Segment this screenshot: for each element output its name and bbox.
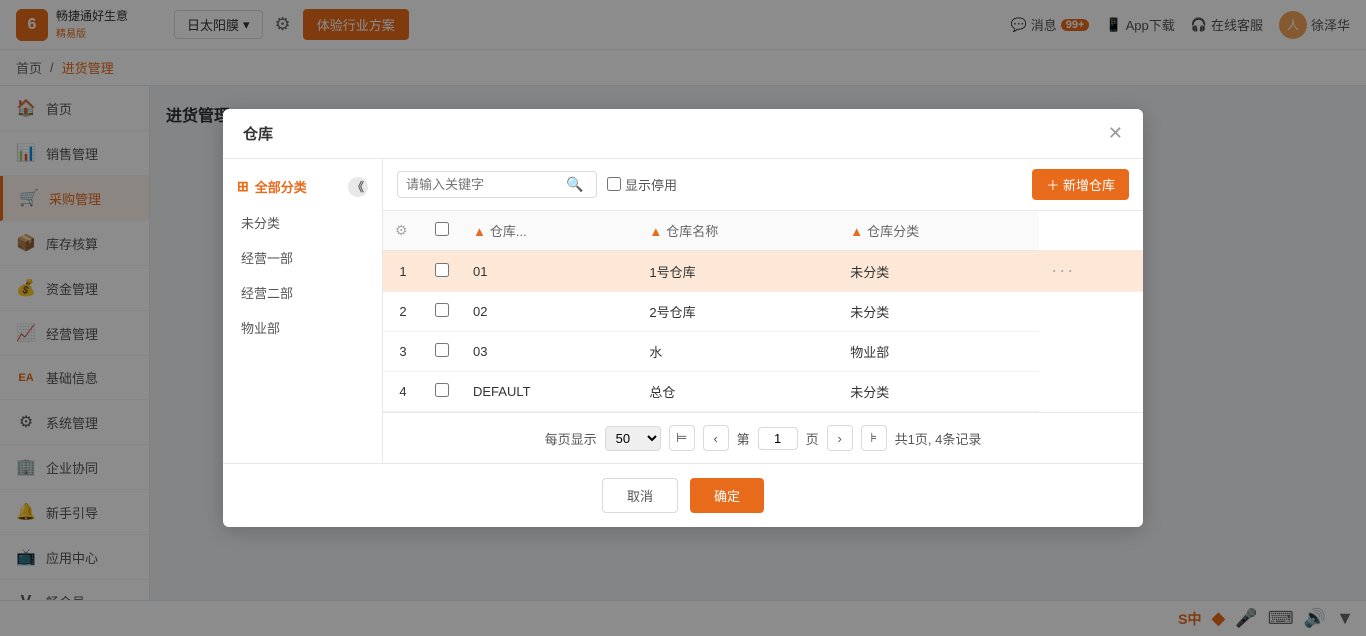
sort-icon-name: ▲ (649, 224, 662, 239)
warehouse-modal: 仓库 ✕ ⊞ 全部分类 《 未分类 经营一部 经营二部 (223, 109, 1143, 528)
page-word: 第 (737, 429, 750, 448)
sort-icon-category: ▲ (850, 224, 863, 239)
select-all-checkbox[interactable] (435, 222, 449, 236)
gear-th-icon: ⚙ (395, 222, 408, 238)
last-page-button[interactable]: ⊧ (861, 425, 887, 451)
row-more-actions[interactable]: ··· (1039, 250, 1143, 292)
search-icon: 🔍 (566, 176, 583, 193)
modal-overlay: 仓库 ✕ ⊞ 全部分类 《 未分类 经营一部 经营二部 (0, 0, 1366, 636)
row-number: 3 (383, 332, 423, 372)
modal-header: 仓库 ✕ (223, 109, 1143, 159)
table-scroll-area: ⚙ ▲仓库... ▲仓库名称 ▲仓库分类 1 01 1号仓库 未分类 ··· 2 (383, 211, 1143, 413)
row-category: 未分类 (838, 292, 1039, 332)
category-item-property[interactable]: 物业部 (223, 310, 382, 345)
row-category: 未分类 (838, 250, 1039, 292)
first-page-button[interactable]: ⊨ (669, 425, 695, 451)
row-checkbox-cell[interactable] (423, 332, 461, 372)
search-input[interactable] (406, 177, 566, 192)
table-toolbar: 🔍 显示停用 ＋ 新增仓库 (383, 159, 1143, 211)
modal-body: ⊞ 全部分类 《 未分类 经营一部 经营二部 物业部 (223, 159, 1143, 464)
category-all-label: 全部分类 (255, 177, 307, 196)
row-code: 03 (461, 332, 637, 372)
sort-icon-code: ▲ (473, 224, 486, 239)
row-number: 2 (383, 292, 423, 332)
show-disabled-text: 显示停用 (625, 175, 677, 194)
per-page-label: 每页显示 (545, 429, 597, 448)
category-item-ops1[interactable]: 经营一部 (223, 240, 382, 275)
show-disabled-checkbox[interactable] (607, 177, 621, 191)
modal-close-button[interactable]: ✕ (1108, 123, 1123, 144)
row-number: 4 (383, 372, 423, 412)
th-category: ▲仓库分类 (838, 211, 1039, 251)
row-code: DEFAULT (461, 372, 637, 412)
category-panel: ⊞ 全部分类 《 未分类 经营一部 经营二部 物业部 (223, 159, 383, 464)
row-select-checkbox[interactable] (435, 303, 449, 317)
th-name: ▲仓库名称 (637, 211, 838, 251)
cancel-button[interactable]: 取消 (602, 478, 678, 513)
page-size-select[interactable]: 50 100 200 (605, 426, 661, 451)
th-code: ▲仓库... (461, 211, 637, 251)
row-category: 未分类 (838, 372, 1039, 412)
th-checkbox (423, 211, 461, 251)
total-info: 共1页, 4条记录 (895, 429, 982, 448)
category-item-unclassified[interactable]: 未分类 (223, 205, 382, 240)
page-number-input[interactable] (758, 427, 798, 450)
row-name: 水 (637, 332, 838, 372)
pagination: 每页显示 50 100 200 ⊨ ‹ 第 页 › ⊧ 共1页, 4条记录 (383, 412, 1143, 463)
table-row[interactable]: 1 01 1号仓库 未分类 ··· (383, 250, 1143, 292)
show-disabled-label[interactable]: 显示停用 (607, 175, 677, 194)
row-select-checkbox[interactable] (435, 263, 449, 277)
collapse-button[interactable]: 《 (348, 177, 368, 197)
th-gear: ⚙ (383, 211, 423, 251)
modal-title: 仓库 (243, 123, 273, 144)
category-item-ops2[interactable]: 经营二部 (223, 275, 382, 310)
modal-footer: 取消 确定 (223, 463, 1143, 527)
add-warehouse-button[interactable]: ＋ 新增仓库 (1032, 169, 1129, 200)
grid-icon: ⊞ (237, 178, 249, 195)
row-number: 1 (383, 250, 423, 292)
warehouse-table: ⚙ ▲仓库... ▲仓库名称 ▲仓库分类 1 01 1号仓库 未分类 ··· 2 (383, 211, 1143, 413)
row-checkbox-cell[interactable] (423, 292, 461, 332)
row-category: 物业部 (838, 332, 1039, 372)
table-row[interactable]: 4 DEFAULT 总仓 未分类 (383, 372, 1143, 412)
search-box: 🔍 (397, 171, 597, 198)
row-select-checkbox[interactable] (435, 383, 449, 397)
row-name: 2号仓库 (637, 292, 838, 332)
row-name: 总仓 (637, 372, 838, 412)
row-select-checkbox[interactable] (435, 343, 449, 357)
table-row[interactable]: 3 03 水 物业部 (383, 332, 1143, 372)
prev-page-button[interactable]: ‹ (703, 425, 729, 451)
table-row[interactable]: 2 02 2号仓库 未分类 (383, 292, 1143, 332)
next-page-button[interactable]: › (827, 425, 853, 451)
row-name: 1号仓库 (637, 250, 838, 292)
page-unit: 页 (806, 429, 819, 448)
row-code: 01 (461, 250, 637, 292)
row-code: 02 (461, 292, 637, 332)
more-icon[interactable]: ··· (1051, 260, 1075, 280)
row-checkbox-cell[interactable] (423, 250, 461, 292)
table-panel: 🔍 显示停用 ＋ 新增仓库 ⚙ (383, 159, 1143, 464)
row-checkbox-cell[interactable] (423, 372, 461, 412)
confirm-button[interactable]: 确定 (690, 478, 764, 513)
category-all-item[interactable]: ⊞ 全部分类 《 (223, 169, 382, 205)
